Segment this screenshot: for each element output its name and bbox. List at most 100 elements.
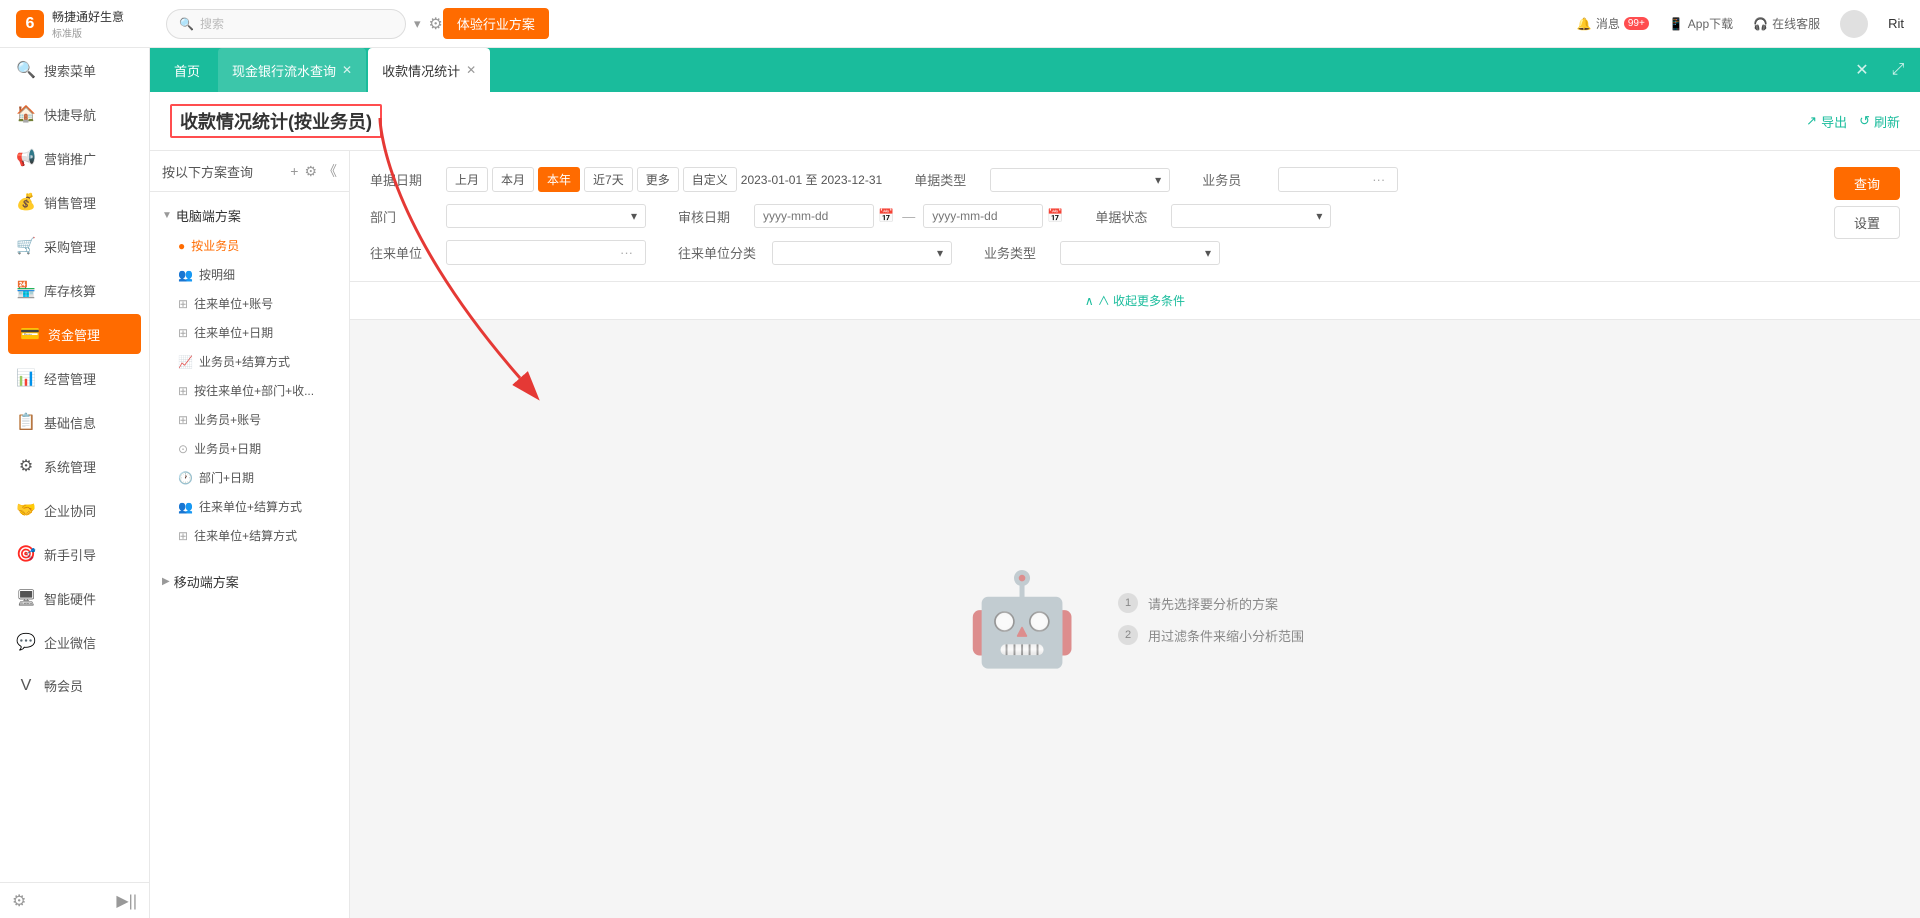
tab-home[interactable]: 首页 <box>158 48 216 92</box>
calendar-to-icon[interactable]: 📅 <box>1047 208 1063 224</box>
partner-label: 往来单位 <box>370 243 430 262</box>
date-btn-custom[interactable]: 自定义 <box>683 167 737 192</box>
sidebar-item-label: 资金管理 <box>48 325 100 344</box>
tree-item-table-icon: ⊞ <box>178 297 188 311</box>
message-badge: 99+ <box>1624 17 1649 30</box>
sidebar-item-operation[interactable]: 📊 经营管理 <box>0 356 149 400</box>
sidebar-item-label: 营销推广 <box>44 149 96 168</box>
left-panel: 按以下方案查询 + ⚙ 《 ▼ 电脑端方案 ● 按业务员 <box>150 151 350 918</box>
salesperson-label: 业务员 <box>1202 170 1262 189</box>
sidebar-item-guide[interactable]: 🎯 新手引导 <box>0 532 149 576</box>
filter-fields: 单据日期 上月 本月 本年 近7天 更多 自定义 2023-01-01 至 20… <box>370 167 1818 265</box>
sidebar-item-smart[interactable]: 🖥 智能硬件 <box>0 576 149 620</box>
tree-section-mobile-header[interactable]: ▶ 移动端方案 <box>150 566 349 597</box>
salesperson-dots[interactable]: ··· <box>1372 172 1385 187</box>
logo-icon: 6 <box>16 10 44 38</box>
sidebar-item-warehouse[interactable]: 🏪 库存核算 <box>0 268 149 312</box>
sidebar-item-wechat[interactable]: 💬 企业微信 <box>0 620 149 664</box>
tree-item-circle-icon: ● <box>178 239 185 253</box>
sidebar-item-finance[interactable]: 💳 资金管理 <box>8 314 141 354</box>
sidebar-item-label: 企业协同 <box>44 501 96 520</box>
step-num-1: 1 <box>1118 593 1138 613</box>
dropdown-arrow-icon[interactable]: ▾ <box>414 16 421 32</box>
handshake-icon: 🤝 <box>16 500 36 520</box>
tree-item-dept-date[interactable]: 🕐 部门+日期 <box>150 463 349 492</box>
date-btn-more[interactable]: 更多 <box>637 167 679 192</box>
message-btn[interactable]: 🔔 消息 99+ <box>1577 15 1649 32</box>
review-date-from[interactable] <box>754 204 874 228</box>
date-btn-this-month[interactable]: 本月 <box>492 167 534 192</box>
plan-settings-btn[interactable]: ⚙ <box>304 163 317 180</box>
tree-item-detail[interactable]: 👥 按明细 <box>150 260 349 289</box>
sidebar-item-search[interactable]: 🔍 搜索菜单 <box>0 48 149 92</box>
sidebar-item-vip[interactable]: V 畅会员 <box>0 664 149 707</box>
collapse-row[interactable]: ∧ ∧ 收起更多条件 <box>350 282 1920 320</box>
voucher-status-select[interactable]: ▾ <box>1171 204 1331 228</box>
tree-item-partner-settle2[interactable]: ⊞ 往来单位+结算方式 <box>150 521 349 550</box>
date-btn-this-year[interactable]: 本年 <box>538 167 580 192</box>
left-panel-header-text: 按以下方案查询 <box>162 162 253 181</box>
tree-item-bar-icon: 📈 <box>178 355 193 369</box>
tree-item-partner-settle1[interactable]: 👥 往来单位+结算方式 <box>150 492 349 521</box>
calendar-from-icon[interactable]: 📅 <box>878 208 894 224</box>
query-btn[interactable]: 查询 <box>1834 167 1900 200</box>
add-plan-btn[interactable]: + <box>290 163 298 179</box>
tree-section-pc-header[interactable]: ▼ 电脑端方案 <box>150 200 349 231</box>
sidebar-item-marketing[interactable]: 📢 营销推广 <box>0 136 149 180</box>
dept-label: 部门 <box>370 207 430 226</box>
header-search-area: 🔍 搜索 <box>166 9 406 39</box>
tree-item-salesperson-account[interactable]: ⊞ 业务员+账号 <box>150 405 349 434</box>
expand-icon[interactable]: ▶|| <box>116 891 137 911</box>
user-name: Rit <box>1888 16 1904 31</box>
sidebar-item-quicknav[interactable]: 🏠 快捷导航 <box>0 92 149 136</box>
tab-close-cashbank[interactable]: ✕ <box>342 63 352 77</box>
export-btn[interactable]: ↗ 导出 <box>1806 112 1847 131</box>
gear-icon[interactable]: ⚙ <box>429 14 443 34</box>
settings-bottom-icon[interactable]: ⚙ <box>12 891 26 911</box>
tree-mobile-arrow-icon: ▶ <box>162 576 170 587</box>
online-service-btn[interactable]: 🎧 在线客服 <box>1753 15 1820 32</box>
collapse-panel-btn[interactable]: 《 <box>323 161 337 181</box>
tab-collection[interactable]: 收款情况统计 ✕ <box>368 48 490 92</box>
sidebar-item-basic[interactable]: 📋 基础信息 <box>0 400 149 444</box>
edition-text: 标准版 <box>52 25 124 40</box>
sidebar-item-purchase[interactable]: 🛒 采购管理 <box>0 224 149 268</box>
tree-item-partner-account[interactable]: ⊞ 往来单位+账号 <box>150 289 349 318</box>
user-avatar[interactable] <box>1840 10 1868 38</box>
settings-btn[interactable]: 设置 <box>1834 206 1900 239</box>
partner-type-chevron-icon: ▾ <box>937 246 943 260</box>
sidebar-bottom-bar: ⚙ ▶|| <box>0 882 149 918</box>
tab-maximize-btn[interactable]: ⤢ <box>1884 56 1912 84</box>
tree-item-salesperson-settle[interactable]: 📈 业务员+结算方式 <box>150 347 349 376</box>
partner-dots[interactable]: ··· <box>620 245 633 260</box>
date-btn-7days[interactable]: 近7天 <box>584 167 633 192</box>
empty-steps: 1 请先选择要分析的方案 2 用过滤条件来缩小分析范围 <box>1118 593 1304 645</box>
tab-close-all-btn[interactable]: ✕ <box>1848 56 1876 84</box>
partner-select[interactable]: ··· <box>446 240 646 265</box>
tree-item-salesperson-date[interactable]: ⊙ 业务员+日期 <box>150 434 349 463</box>
dept-select[interactable]: ▾ <box>446 204 646 228</box>
sidebar-item-system[interactable]: ⚙ 系统管理 <box>0 444 149 488</box>
tab-close-collection[interactable]: ✕ <box>466 63 476 77</box>
review-date-to[interactable] <box>923 204 1043 228</box>
tab-cashbank[interactable]: 现金银行流水查询 ✕ <box>218 48 366 92</box>
trial-btn[interactable]: 体验行业方案 <box>443 8 549 39</box>
salesperson-select[interactable]: ··· <box>1278 167 1398 192</box>
tree-item-by-salesperson[interactable]: ● 按业务员 <box>150 231 349 260</box>
app-download-btn[interactable]: 📱 App下载 <box>1669 15 1733 32</box>
tree-item-partner-date[interactable]: ⊞ 往来单位+日期 <box>150 318 349 347</box>
sidebar-item-sales[interactable]: 💰 销售管理 <box>0 180 149 224</box>
date-btn-last-month[interactable]: 上月 <box>446 167 488 192</box>
biz-type-select[interactable]: ▾ <box>1060 241 1220 265</box>
tree-item-partner-dept[interactable]: ⊞ 按往来单位+部门+收... <box>150 376 349 405</box>
app-download-label: App下载 <box>1688 15 1733 32</box>
date-label: 单据日期 <box>370 170 430 189</box>
export-label: 导出 <box>1821 112 1847 131</box>
partner-type-label: 往来单位分类 <box>678 243 756 262</box>
voucher-type-select[interactable]: ▾ <box>990 168 1170 192</box>
sidebar-item-enterprise[interactable]: 🤝 企业协同 <box>0 488 149 532</box>
partner-type-select[interactable]: ▾ <box>772 241 952 265</box>
refresh-btn[interactable]: ↺ 刷新 <box>1859 112 1900 131</box>
left-panel-icons: + ⚙ 《 <box>290 161 337 181</box>
collapse-arrow-icon: ∧ <box>1085 294 1094 308</box>
